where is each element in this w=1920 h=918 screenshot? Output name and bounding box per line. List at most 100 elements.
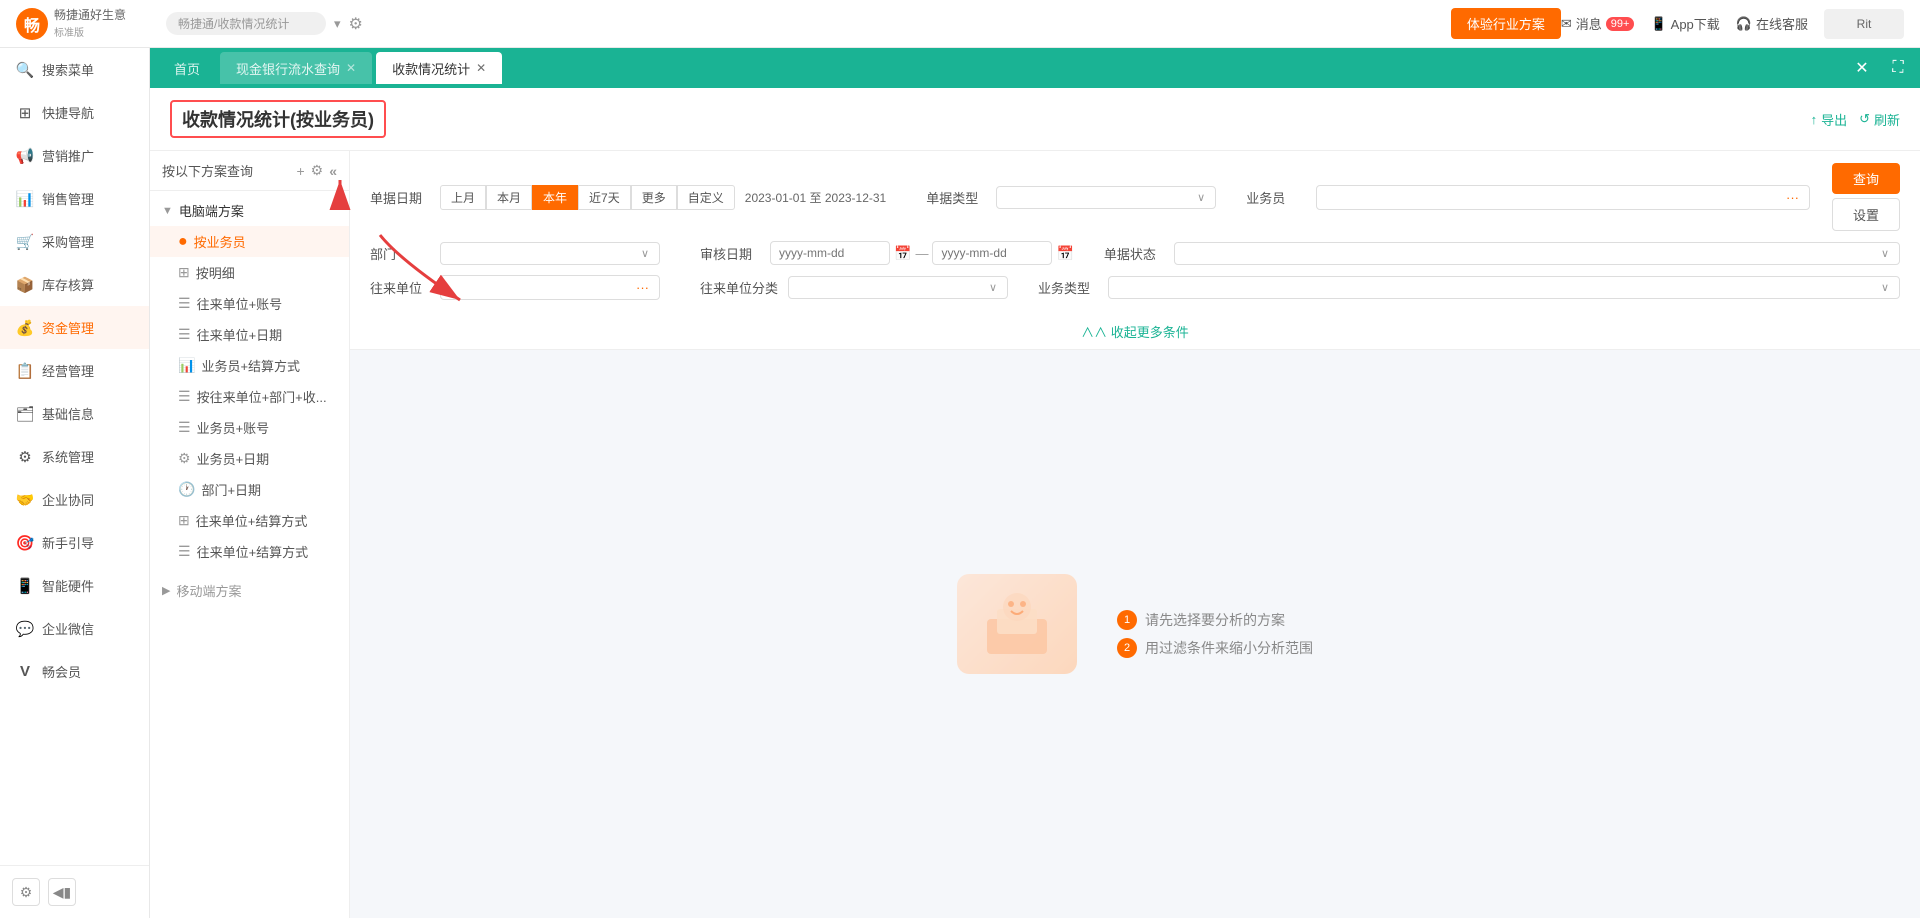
tab-collection[interactable]: 收款情况统计 ✕	[376, 52, 502, 84]
scheme-item-dept-date[interactable]: 🕐 部门+日期	[150, 474, 349, 505]
dept-select[interactable]: ∨	[440, 242, 660, 265]
sidebar-item-smart[interactable]: 📱 智能硬件	[0, 564, 149, 607]
partner-settle2-icon: ☰	[178, 543, 191, 560]
scheme-item-partner-date[interactable]: ☰ 往来单位+日期	[150, 319, 349, 350]
sidebar-item-marketing[interactable]: 📢 营销推广	[0, 134, 149, 177]
date-tabs: 上月 本月 本年 近7天 更多 自定义	[440, 185, 735, 210]
filter-and-results: 按以下方案查询 + ⚙ « ▼ 电脑端方案 ●	[150, 151, 1920, 918]
query-button[interactable]: 查询	[1832, 163, 1900, 194]
sidebar-item-guide[interactable]: 🎯 新手引导	[0, 521, 149, 564]
tab-bank-flow-close[interactable]: ✕	[346, 61, 356, 75]
trial-btn[interactable]: 体验行业方案	[1451, 8, 1561, 39]
tip-1: 1 请先选择要分析的方案	[1117, 610, 1313, 630]
message-badge: 99+	[1606, 17, 1635, 31]
scheme-collapse-btn[interactable]: «	[329, 163, 337, 179]
partner-category-label: 往来单位分类	[700, 278, 778, 297]
tab-close-all-btn[interactable]: ✕	[1848, 54, 1876, 82]
calendar-to-icon[interactable]: 📅	[1056, 245, 1073, 262]
sidebar-item-finance[interactable]: 💰 资金管理	[0, 306, 149, 349]
export-icon: ↑	[1811, 112, 1818, 127]
sidebar-item-sales[interactable]: 📊 销售管理	[0, 177, 149, 220]
tab-collection-close[interactable]: ✕	[476, 61, 486, 75]
scheme-item-salesman-settle[interactable]: 📊 业务员+结算方式	[150, 350, 349, 381]
scheme-item-salesman-date[interactable]: ⚙ 业务员+日期	[150, 443, 349, 474]
date-tab-7days[interactable]: 近7天	[578, 185, 631, 210]
audit-date-label: 审核日期	[700, 244, 760, 263]
date-tab-last-month[interactable]: 上月	[440, 185, 486, 210]
sidebar-item-purchase[interactable]: 🛒 采购管理	[0, 220, 149, 263]
biz-type-label: 业务类型	[1038, 278, 1098, 297]
date-tab-more[interactable]: 更多	[631, 185, 677, 210]
sidebar-item-system[interactable]: ⚙ 系统管理	[0, 435, 149, 478]
sidebar-item-enterprise[interactable]: 🤝 企业协同	[0, 478, 149, 521]
right-content: 单据日期 上月 本月 本年 近7天 更多 自定义	[350, 151, 1920, 918]
tab-fullscreen-btn[interactable]: ⛶	[1884, 54, 1912, 82]
date-tab-this-year[interactable]: 本年	[532, 185, 578, 210]
sidebar-bottom: ⚙ ◀▮	[0, 865, 149, 918]
partner-account-icon: ☰	[178, 295, 191, 312]
partner-category-select[interactable]: ∨	[788, 276, 1008, 299]
logo-name: 畅捷通好生意	[54, 8, 126, 24]
empty-illustration	[957, 574, 1077, 674]
tab-home[interactable]: 首页	[158, 52, 216, 84]
sidebar-item-operation[interactable]: 📋 经营管理	[0, 349, 149, 392]
date-tab-this-month[interactable]: 本月	[486, 185, 532, 210]
sidebar-item-wechat[interactable]: 💬 企业微信	[0, 607, 149, 650]
scheme-group-mobile-header[interactable]: ▶ 移动端方案	[150, 575, 349, 606]
setting-button[interactable]: 设置	[1832, 198, 1900, 231]
collapse-more-btn[interactable]: ∧∧ 收起更多条件	[350, 314, 1920, 349]
scheme-group-desktop-header[interactable]: ▼ 电脑端方案	[150, 195, 349, 226]
audit-date-from[interactable]	[770, 241, 890, 265]
sidebar-item-search[interactable]: 🔍 搜索菜单	[0, 48, 149, 91]
sidebar-item-basic[interactable]: 🗂 基础信息	[0, 392, 149, 435]
scheme-item-partner-settle2[interactable]: ☰ 往来单位+结算方式	[150, 536, 349, 567]
enterprise-icon: 🤝	[16, 491, 34, 509]
app-download-btn[interactable]: 📱 App下载	[1650, 14, 1719, 33]
salesman-more-btn[interactable]: ···	[1786, 190, 1799, 205]
scheme-item-salesman[interactable]: ● 按业务员	[150, 226, 349, 257]
breadcrumb-dropdown[interactable]: ▾	[334, 16, 341, 32]
scheme-item-detail[interactable]: ⊞ 按明细	[150, 257, 349, 288]
sidebar-item-vip[interactable]: V 畅会员	[0, 650, 149, 693]
scheme-header-label: 按以下方案查询	[162, 161, 290, 180]
date-tab-custom[interactable]: 自定义	[677, 185, 735, 210]
partner-select[interactable]: ···	[440, 275, 660, 300]
scheme-setting-btn[interactable]: ⚙	[311, 162, 324, 179]
audit-date-to[interactable]	[932, 241, 1052, 265]
sidebar-collapse-btn[interactable]: ◀▮	[48, 878, 76, 906]
logo-badge: 标准版	[54, 24, 126, 39]
sidebar-item-quick-nav[interactable]: ⊞ 快捷导航	[0, 91, 149, 134]
top-actions: ✉ 消息 99+ 📱 App下载 🎧 在线客服 Rit	[1561, 9, 1904, 39]
scheme-item-salesman-account[interactable]: ☰ 业务员+账号	[150, 412, 349, 443]
dept-date-icon: 🕐	[178, 481, 195, 498]
sidebar-item-inventory[interactable]: 📦 库存核算	[0, 263, 149, 306]
scheme-header: 按以下方案查询 + ⚙ «	[150, 151, 349, 191]
calendar-from-icon[interactable]: 📅	[894, 245, 911, 262]
scheme-item-partner-account[interactable]: ☰ 往来单位+账号	[150, 288, 349, 319]
salesman-select[interactable]: ···	[1316, 185, 1810, 210]
scheme-add-btn[interactable]: +	[296, 163, 304, 179]
doc-status-select[interactable]: ∨	[1174, 242, 1900, 265]
refresh-btn[interactable]: ↺ 刷新	[1859, 110, 1900, 129]
message-btn[interactable]: ✉ 消息 99+	[1561, 14, 1635, 33]
scheme-item-partner-settle1[interactable]: ⊞ 往来单位+结算方式	[150, 505, 349, 536]
tab-bank-flow[interactable]: 现金银行流水查询 ✕	[220, 52, 372, 84]
doc-type-select[interactable]: ∨	[996, 186, 1216, 209]
partner-date-icon: ☰	[178, 326, 191, 343]
export-btn[interactable]: ↑ 导出	[1811, 110, 1848, 129]
settings-icon[interactable]: ⚙	[349, 14, 363, 34]
breadcrumb-bar: 畅捷通/收款情况统计	[166, 12, 326, 35]
group-expand-icon: ▼	[162, 205, 173, 217]
scheme-item-partner-dept[interactable]: ☰ 按往来单位+部门+收...	[150, 381, 349, 412]
biz-type-select[interactable]: ∨	[1108, 276, 1900, 299]
megaphone-icon: 📢	[16, 147, 34, 165]
date-separator: —	[915, 246, 928, 261]
partner-more-btn[interactable]: ···	[636, 280, 649, 295]
partner-label: 往来单位	[370, 278, 430, 297]
partner-category-chevron: ∨	[989, 281, 997, 294]
user-avatar[interactable]: Rit	[1824, 9, 1904, 39]
collapse-icon: ∧∧	[1081, 325, 1111, 340]
online-service-btn[interactable]: 🎧 在线客服	[1736, 14, 1808, 33]
mobile-group-expand-icon: ▶	[162, 584, 170, 597]
sidebar-settings-btn[interactable]: ⚙	[12, 878, 40, 906]
